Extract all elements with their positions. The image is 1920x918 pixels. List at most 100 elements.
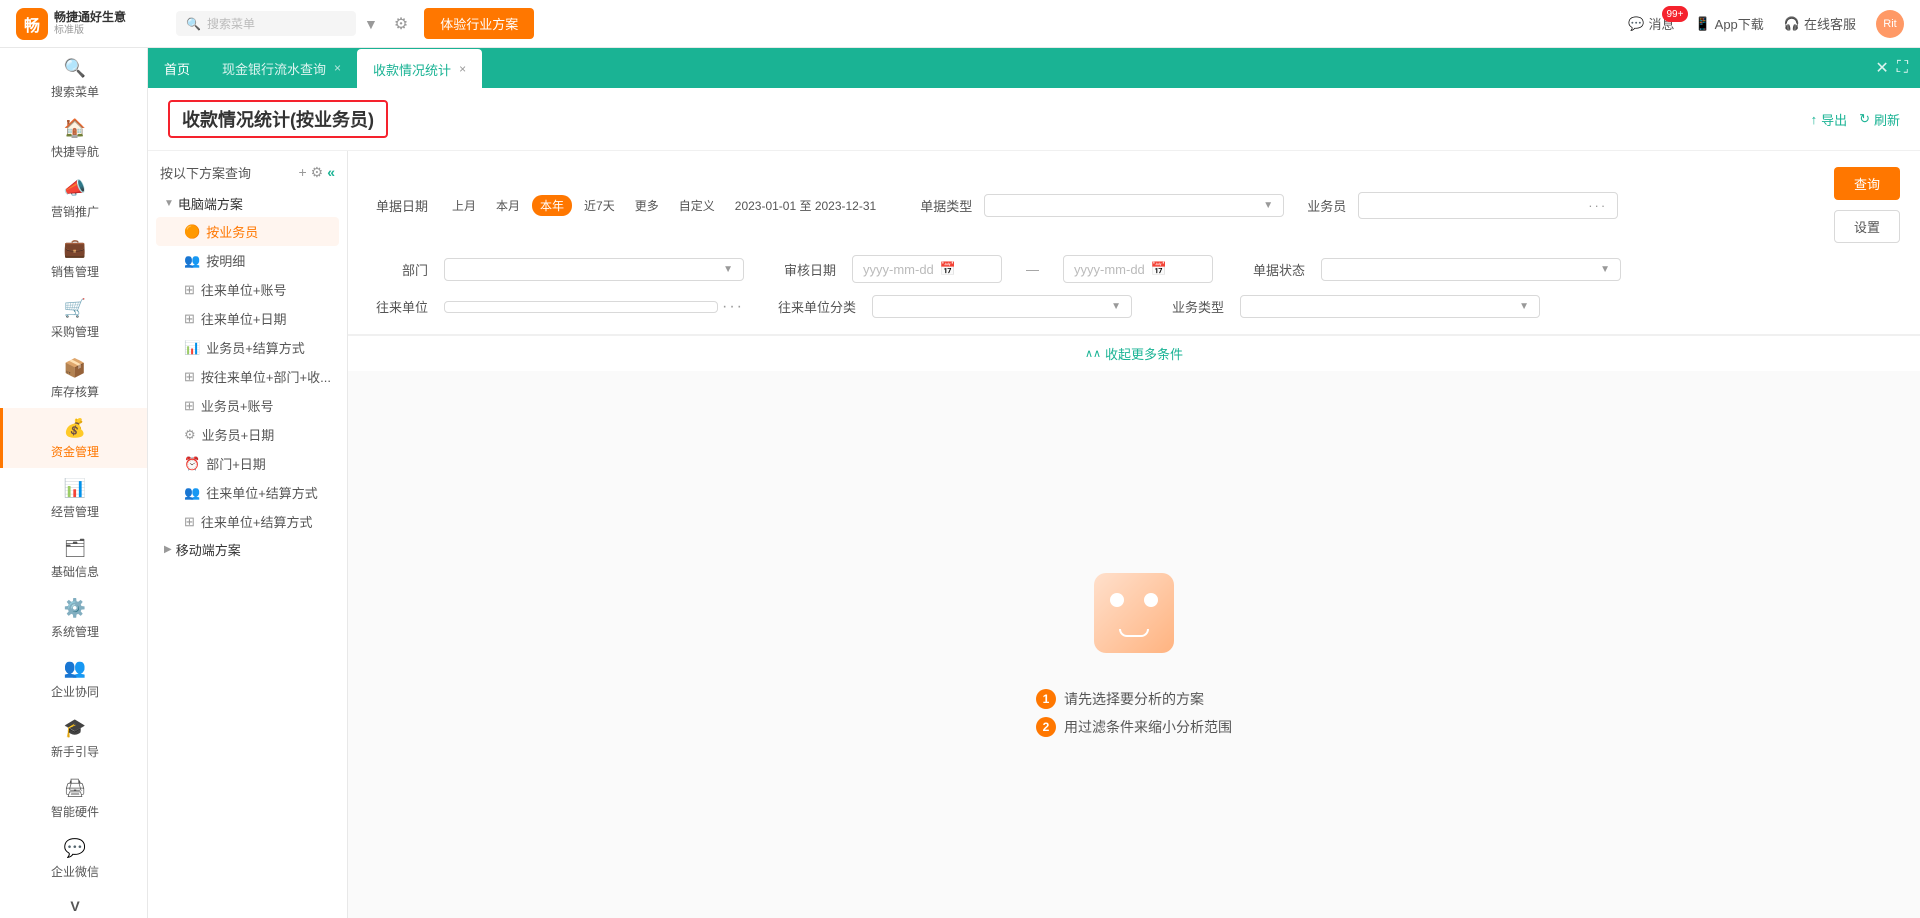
tree-desktop-label: 电脑端方案 [178, 194, 243, 213]
sidebar-item-smart-hw[interactable]: 🖨 智能硬件 [0, 768, 147, 828]
tip-text-2: 用过滤条件来缩小分析范围 [1064, 717, 1232, 737]
tab-bank-flow-close[interactable]: × [334, 61, 341, 75]
salesperson-more-icon[interactable]: ··· [1588, 198, 1607, 213]
search-box[interactable]: 🔍 搜索菜单 [176, 11, 356, 36]
tree-child-partner-settlement1[interactable]: 👥 往来单位+结算方式 [156, 478, 339, 507]
online-service-item[interactable]: 🎧 在线客服 [1784, 14, 1856, 33]
sidebar-item-finance[interactable]: 💰 资金管理 [0, 408, 147, 468]
tree-mobile-parent[interactable]: ▶ 移动端方案 [156, 536, 339, 563]
refresh-button[interactable]: ↻ 刷新 [1859, 110, 1900, 129]
scheme-settings-icon[interactable]: ⚙ [311, 164, 324, 181]
right-panel: 单据日期 上月 本月 本年 近7天 更多 自定义 2023-01-01 至 20… [348, 151, 1920, 918]
settings-button[interactable]: 设置 [1834, 210, 1900, 243]
review-date-from[interactable]: yyyy-mm-dd 📅 [852, 255, 1002, 283]
sidebar-item-member[interactable]: V 畅会员 [0, 888, 147, 918]
doc-type-select[interactable]: ▼ [984, 194, 1284, 217]
settings-icon[interactable]: ⚙ [394, 14, 408, 34]
partner-more-icon[interactable]: ··· [722, 298, 744, 316]
biz-type-chevron: ▼ [1519, 301, 1529, 312]
tree-child-partner-dept-rec[interactable]: ⊞ 按往来单位+部门+收... [156, 362, 339, 391]
sidebar-item-basics[interactable]: 🗂 基础信息 [0, 528, 147, 588]
marketing-icon: 📣 [64, 178, 86, 199]
partner-label: 往来单位 [368, 297, 428, 316]
logo-badge: 标准版 [54, 25, 126, 37]
export-button[interactable]: ↑ 导出 [1811, 110, 1848, 129]
filter-row-2: 部门 ▼ 审核日期 yyyy-mm-dd 📅 — yyyy-mm-dd [368, 255, 1900, 283]
sidebar-item-label-basics: 基础信息 [51, 563, 99, 580]
tab-receipts[interactable]: 收款情况统计 × [357, 49, 482, 89]
tree-child-salesperson-settlement[interactable]: 📊 业务员+结算方式 [156, 333, 339, 362]
left-panel: 按以下方案查询 + ⚙ « ▼ 电脑端方案 🟠 按业务员 [148, 151, 348, 918]
sidebar-item-enterprise[interactable]: 👥 企业协同 [0, 648, 147, 708]
panel-header-icons: + ⚙ « [298, 164, 335, 181]
tree-child-salesperson-account[interactable]: ⊞ 业务员+账号 [156, 391, 339, 420]
tree-child-partner-settlement2[interactable]: ⊞ 往来单位+结算方式 [156, 507, 339, 536]
sidebar-item-quick-nav[interactable]: 🏠 快捷导航 [0, 108, 147, 168]
query-button[interactable]: 查询 [1834, 167, 1900, 200]
main-content: 首页 现金银行流水查询 × 收款情况统计 × ✕ ⛶ 收款情况统计(按业务员) … [148, 48, 1920, 918]
tree-child-by-detail[interactable]: 👥 按明细 [156, 246, 339, 275]
sidebar-item-search-menu[interactable]: 🔍 搜索菜单 [0, 48, 147, 108]
sidebar-item-guide[interactable]: 🎓 新手引导 [0, 708, 147, 768]
date-tab-this-year[interactable]: 本年 [532, 195, 572, 216]
tree-child-partner-date[interactable]: ⊞ 往来单位+日期 [156, 304, 339, 333]
sidebar-item-system[interactable]: ⚙️ 系统管理 [0, 588, 147, 648]
service-icon: 🎧 [1784, 16, 1800, 32]
tree-child-by-salesperson[interactable]: 🟠 按业务员 [156, 217, 339, 246]
member-icon: V [70, 898, 79, 914]
salesperson-select[interactable]: ··· [1358, 192, 1618, 219]
tree-child-dept-date[interactable]: ⏰ 部门+日期 [156, 449, 339, 478]
partner-settlement2-icon: ⊞ [184, 514, 195, 530]
sidebar: 🔍 搜索菜单 🏠 快捷导航 📣 营销推广 💼 销售管理 🛒 采购管理 📦 库存核… [0, 48, 148, 918]
nav-down-arrow[interactable]: ▼ [364, 16, 378, 32]
date-tab-custom[interactable]: 自定义 [671, 195, 723, 216]
dept-select[interactable]: ▼ [444, 258, 744, 281]
tab-receipts-close[interactable]: × [459, 62, 466, 76]
partner-category-select[interactable]: ▼ [872, 295, 1132, 318]
user-avatar[interactable]: Rit [1876, 10, 1904, 38]
date-tab-more[interactable]: 更多 [627, 195, 667, 216]
sidebar-item-marketing[interactable]: 📣 营销推广 [0, 168, 147, 228]
sidebar-item-sales[interactable]: 💼 销售管理 [0, 228, 147, 288]
date-tabs: 上月 本月 本年 近7天 更多 自定义 2023-01-01 至 2023-12… [444, 195, 876, 216]
date-tab-7days[interactable]: 近7天 [576, 195, 623, 216]
collapse-panel-icon[interactable]: « [327, 164, 335, 181]
app-download-item[interactable]: 📱 App下载 [1694, 14, 1763, 33]
sidebar-item-label-marketing: 营销推广 [51, 203, 99, 220]
sales-icon: 💼 [64, 238, 86, 259]
date-tab-this-month[interactable]: 本月 [488, 195, 528, 216]
filter-row-1: 单据日期 上月 本月 本年 近7天 更多 自定义 2023-01-01 至 20… [368, 167, 1900, 243]
doc-status-select[interactable]: ▼ [1321, 258, 1621, 281]
review-date-to[interactable]: yyyy-mm-dd 📅 [1063, 255, 1213, 283]
operations-icon: 📊 [64, 478, 86, 499]
biz-type-select[interactable]: ▼ [1240, 295, 1540, 318]
tab-home[interactable]: 首页 [148, 48, 206, 88]
add-scheme-icon[interactable]: + [298, 164, 306, 181]
date-tab-last-month[interactable]: 上月 [444, 195, 484, 216]
dept-chevron: ▼ [723, 264, 733, 275]
tree-mobile-arrow: ▶ [164, 544, 172, 555]
tree-desktop-parent[interactable]: ▼ 电脑端方案 [156, 190, 339, 217]
panel-header-text: 按以下方案查询 [160, 163, 251, 182]
trial-button[interactable]: 体验行业方案 [424, 8, 534, 39]
tree-child-partner-account[interactable]: ⊞ 往来单位+账号 [156, 275, 339, 304]
close-window-icon[interactable]: ✕ [1875, 58, 1888, 78]
maximize-icon[interactable]: ⛶ [1897, 59, 1908, 77]
enterprise-icon: 👥 [64, 658, 86, 679]
review-date-label: 审核日期 [776, 260, 836, 279]
sidebar-item-label-operations: 经营管理 [51, 503, 99, 520]
calendar-icon-from: 📅 [940, 261, 956, 277]
tree-child-salesperson-date[interactable]: ⚙ 业务员+日期 [156, 420, 339, 449]
smart-hw-icon: 🖨 [64, 778, 87, 799]
sidebar-item-operations[interactable]: 📊 经营管理 [0, 468, 147, 528]
app-download-label: App下载 [1715, 14, 1764, 33]
date-range-text: 2023-01-01 至 2023-12-31 [735, 197, 876, 214]
partner-select[interactable] [444, 301, 718, 313]
collapse-bar[interactable]: ∧∧ 收起更多条件 [348, 335, 1920, 371]
sidebar-item-purchase[interactable]: 🛒 采购管理 [0, 288, 147, 348]
sidebar-item-inventory[interactable]: 📦 库存核算 [0, 348, 147, 408]
message-item[interactable]: 💬 消息 99+ [1628, 14, 1674, 33]
sidebar-item-label-guide: 新手引导 [51, 743, 99, 760]
sidebar-item-wechat-biz[interactable]: 💬 企业微信 [0, 828, 147, 888]
tab-bank-flow[interactable]: 现金银行流水查询 × [206, 48, 357, 88]
